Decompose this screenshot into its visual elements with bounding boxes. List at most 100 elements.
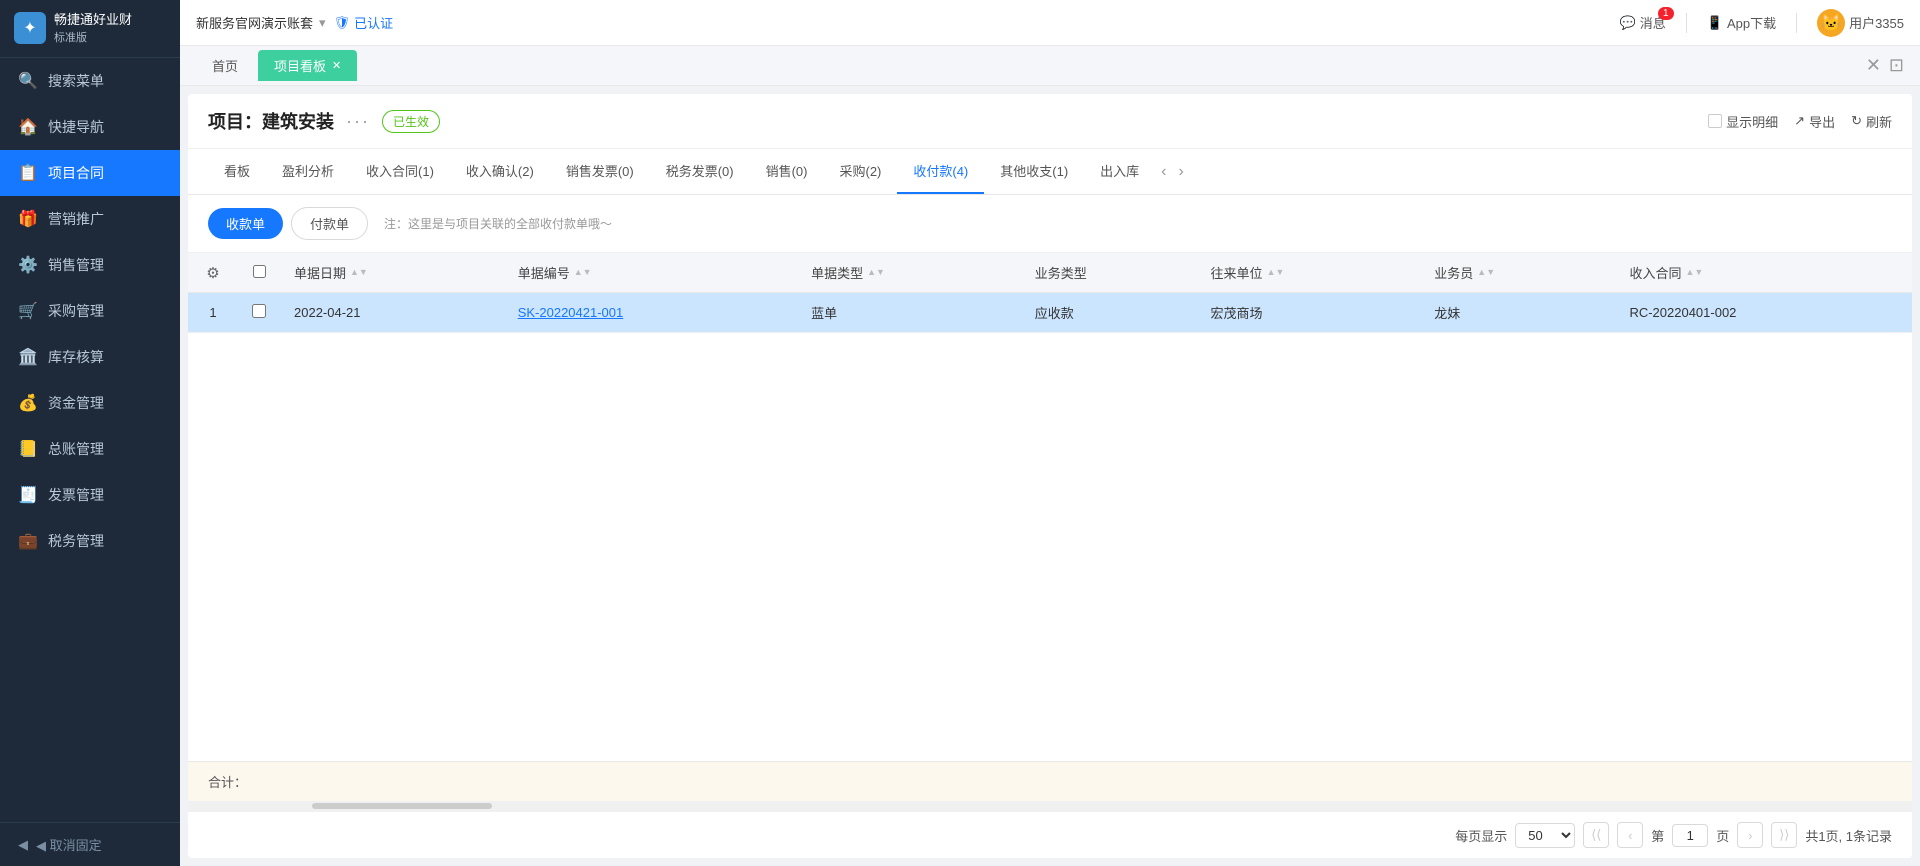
- phone-icon: 📱: [1707, 15, 1723, 31]
- sidebar-item-ledger[interactable]: 📒 总账管理: [0, 426, 180, 472]
- subnav-prev-arrow[interactable]: ‹: [1155, 155, 1172, 189]
- row-salesperson: 龙妹: [1420, 293, 1615, 333]
- refresh-button[interactable]: ↻ 刷新: [1851, 112, 1892, 131]
- divider: [1686, 13, 1687, 33]
- settings-icon[interactable]: ⚙: [206, 265, 219, 282]
- th-date[interactable]: 单据日期 ▲▼: [280, 253, 504, 293]
- subnav-item-kanban[interactable]: 看板: [208, 149, 266, 194]
- th-number[interactable]: 单据编号 ▲▼: [504, 253, 797, 293]
- sidebar-item-invoice[interactable]: 🧾 发票管理: [0, 472, 180, 518]
- finance-icon: 💰: [18, 393, 38, 413]
- app-download-button[interactable]: 📱 App下载: [1707, 13, 1776, 32]
- export-icon: ↗: [1794, 113, 1805, 129]
- sidebar-item-label: 资金管理: [48, 393, 104, 413]
- ledger-icon: 📒: [18, 439, 38, 459]
- export-label: 导出: [1809, 112, 1835, 131]
- sidebar-item-finance[interactable]: 💰 资金管理: [0, 380, 180, 426]
- sub-tabs: 收款单 付款单 注：这里是与项目关联的全部收付款单哦～: [188, 195, 1912, 253]
- sidebar-item-inventory[interactable]: 🏛️ 库存核算: [0, 334, 180, 380]
- user-profile-button[interactable]: 🐱 用户3355: [1817, 9, 1904, 37]
- sidebar-item-label: 项目合同: [48, 163, 104, 183]
- first-page-button[interactable]: ⟨⟨: [1583, 822, 1609, 848]
- show-detail-checkbox[interactable]: [1708, 114, 1722, 128]
- th-partner[interactable]: 往来单位 ▲▼: [1197, 253, 1421, 293]
- message-button[interactable]: 💬 消息 1: [1620, 13, 1666, 32]
- cancel-fixed-button[interactable]: ◀︎ ◀︎ 取消固定: [0, 822, 180, 866]
- subnav-item-inout[interactable]: 出入库: [1084, 149, 1155, 194]
- subnav-item-purchase[interactable]: 采购(2): [823, 149, 897, 194]
- table-row[interactable]: 1 2022-04-21 SK-20220421-001 蓝单 应收款 宏茂商场…: [188, 293, 1912, 333]
- subnav-item-tax-invoice[interactable]: 税务发票(0): [650, 149, 750, 194]
- export-button[interactable]: ↗ 导出: [1794, 112, 1835, 131]
- close-icon[interactable]: ✕: [332, 59, 341, 72]
- app-version: 标准版: [54, 29, 132, 45]
- subnav-item-receipt[interactable]: 收付款(4): [897, 149, 984, 194]
- subnav-item-sales-invoice[interactable]: 销售发票(0): [550, 149, 650, 194]
- app-logo-icon: ✦: [14, 12, 46, 44]
- total-label: 合计：: [208, 772, 247, 791]
- close-window-button[interactable]: ✕: [1866, 55, 1881, 76]
- th-number-label: 单据编号: [518, 263, 570, 282]
- row-number[interactable]: SK-20220421-001: [504, 293, 797, 333]
- page-suffix: 页: [1716, 826, 1729, 845]
- subnav-item-income-contract[interactable]: 收入合同(1): [350, 149, 450, 194]
- more-options-button[interactable]: ···: [346, 111, 370, 132]
- th-income-contract[interactable]: 收入合同 ▲▼: [1615, 253, 1912, 293]
- select-all-checkbox[interactable]: [253, 265, 266, 278]
- tab-project-board[interactable]: 项目看板 ✕: [258, 50, 357, 81]
- maximize-button[interactable]: ⊡: [1889, 55, 1904, 76]
- subnav-item-income-confirm[interactable]: 收入确认(2): [450, 149, 550, 194]
- horizontal-scrollbar[interactable]: [188, 801, 1912, 811]
- avatar: 🐱: [1817, 9, 1845, 37]
- topbar-project[interactable]: 新服务官网演示账套 ▾: [196, 13, 326, 32]
- per-page-select[interactable]: 50 20 100: [1515, 823, 1575, 848]
- subnav-item-other-income[interactable]: 其他收支(1): [984, 149, 1084, 194]
- chevron-down-icon: ▾: [319, 15, 326, 31]
- scroll-thumb[interactable]: [312, 803, 492, 809]
- th-salesperson-label: 业务员: [1434, 263, 1473, 282]
- sidebar-item-sales[interactable]: ⚙️ 销售管理: [0, 242, 180, 288]
- current-page-input[interactable]: [1672, 824, 1708, 847]
- receipt-tab-button[interactable]: 收款单: [208, 208, 283, 239]
- th-checkbox: [238, 253, 280, 293]
- table-footer: 合计：: [188, 761, 1912, 801]
- message-badge: 1: [1658, 7, 1674, 20]
- sort-icon: ▲▼: [574, 268, 592, 277]
- status-badge: 已生效: [382, 110, 440, 133]
- th-type[interactable]: 单据类型 ▲▼: [797, 253, 1021, 293]
- pin-icon: ◀︎: [18, 837, 28, 853]
- subnav: 看板 盈利分析 收入合同(1) 收入确认(2) 销售发票(0) 税务发票(0) …: [188, 149, 1912, 195]
- sidebar-item-marketing[interactable]: 🎁 营销推广: [0, 196, 180, 242]
- sidebar-item-search[interactable]: 🔍 搜索菜单: [0, 58, 180, 104]
- sidebar-item-quicknav[interactable]: 🏠 快捷导航: [0, 104, 180, 150]
- gear-icon: ⚙️: [18, 255, 38, 275]
- document-number-link[interactable]: SK-20220421-001: [518, 305, 624, 320]
- table-container: ⚙ 单据日期 ▲▼ 单据编号: [188, 253, 1912, 761]
- th-income-contract-label: 收入合同: [1629, 263, 1681, 282]
- sub-tabs-note: 注：这里是与项目关联的全部收付款单哦～: [384, 215, 612, 232]
- shield-icon: 🛡: [334, 15, 351, 31]
- page-label: 第: [1651, 826, 1664, 845]
- prev-page-button[interactable]: ‹: [1617, 822, 1643, 848]
- sidebar-item-label: 发票管理: [48, 485, 104, 505]
- row-select-checkbox[interactable]: [252, 304, 266, 318]
- sidebar-item-tax[interactable]: 💼 税务管理: [0, 518, 180, 564]
- sidebar-item-purchase[interactable]: 🛒 采购管理: [0, 288, 180, 334]
- tabs-bar: 首页 项目看板 ✕ ✕ ⊡: [180, 46, 1920, 86]
- th-settings[interactable]: ⚙: [188, 253, 238, 293]
- next-page-button[interactable]: ›: [1737, 822, 1763, 848]
- sidebar-item-label: 营销推广: [48, 209, 104, 229]
- show-detail-toggle[interactable]: 显示明细: [1708, 112, 1778, 131]
- subnav-item-sales[interactable]: 销售(0): [750, 149, 824, 194]
- row-checkbox-cell[interactable]: [238, 293, 280, 333]
- main-content: 新服务官网演示账套 ▾ 🛡 已认证 💬 消息 1 📱 App下载 🐱 用户335…: [180, 0, 1920, 866]
- tab-home[interactable]: 首页: [196, 50, 254, 81]
- subnav-next-arrow[interactable]: ›: [1173, 155, 1190, 189]
- sort-icon: ▲▼: [867, 268, 885, 277]
- payment-tab-button[interactable]: 付款单: [291, 207, 368, 240]
- sidebar-item-contract[interactable]: 📋 项目合同: [0, 150, 180, 196]
- subnav-item-profit[interactable]: 盈利分析: [266, 149, 350, 194]
- last-page-button[interactable]: ⟩⟩: [1771, 822, 1797, 848]
- content-area: 项目：建筑安装 ··· 已生效 显示明细 ↗ 导出 ↻ 刷新: [188, 94, 1912, 858]
- th-salesperson[interactable]: 业务员 ▲▼: [1420, 253, 1615, 293]
